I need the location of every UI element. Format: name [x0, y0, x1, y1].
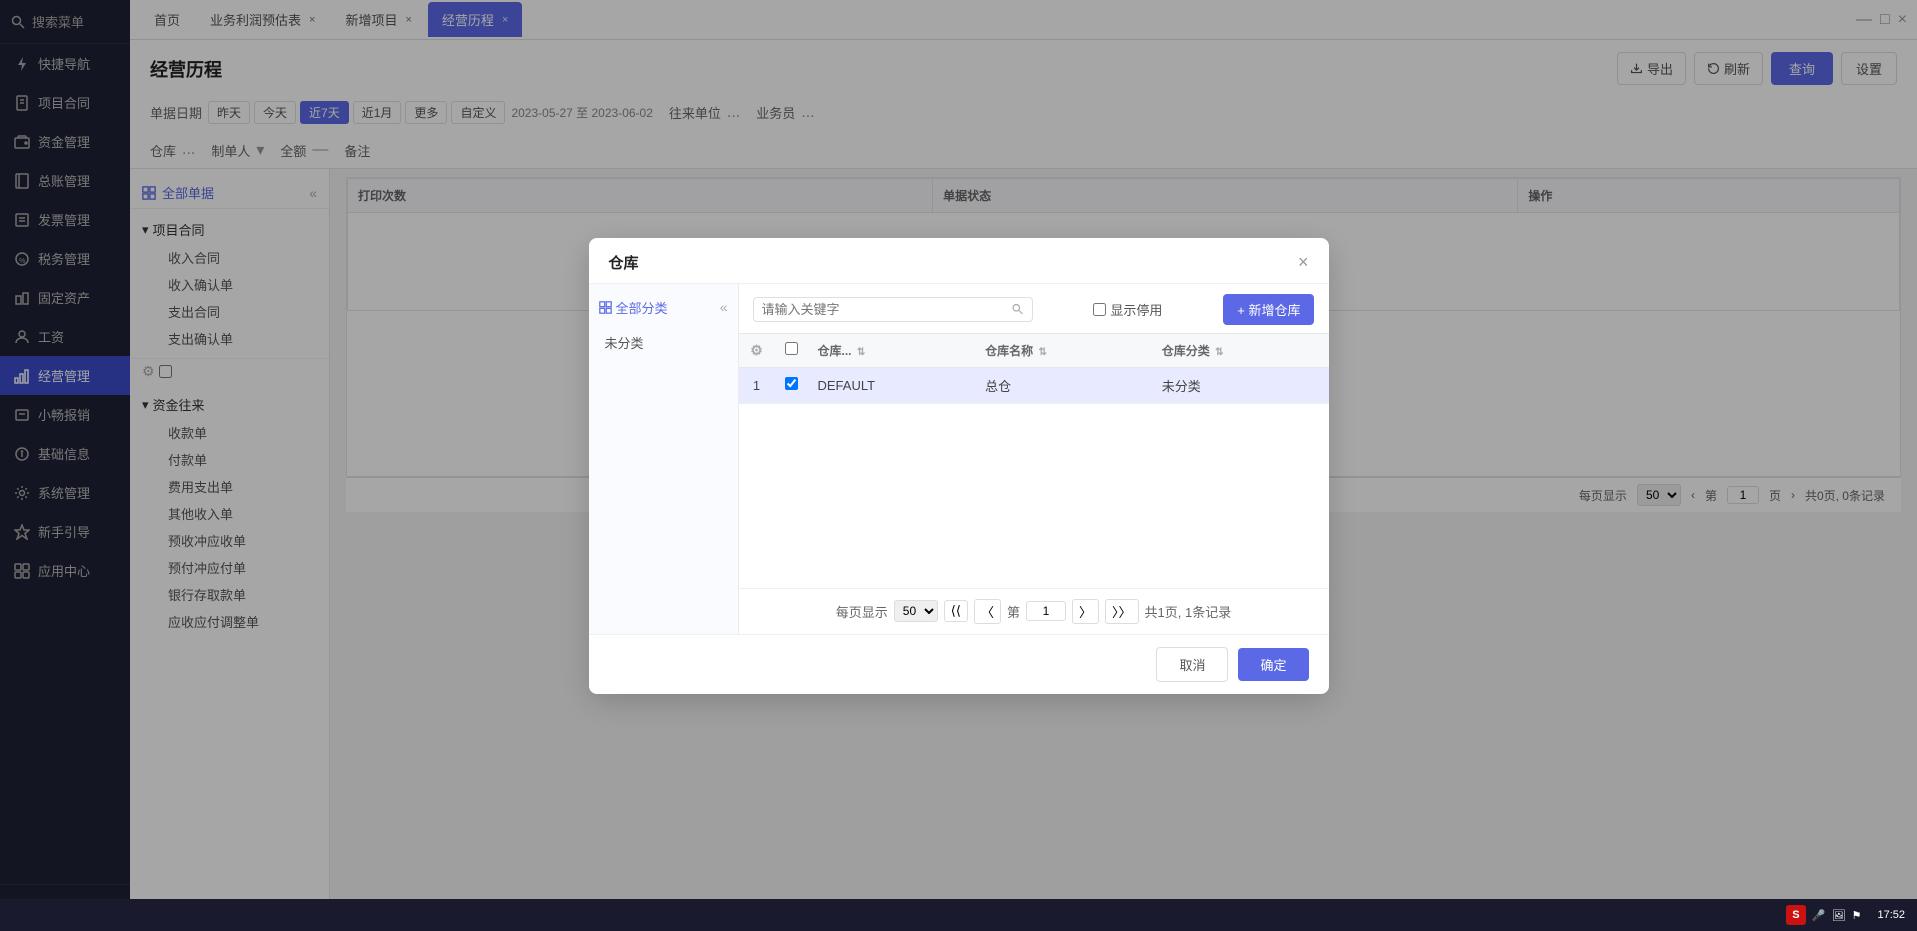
dialog-col-code: 仓库... ⇅ — [808, 333, 976, 367]
dialog-content: 显示停用 + 新增仓库 ⚙ — [739, 284, 1329, 634]
dialog-toolbar: 显示停用 + 新增仓库 — [739, 294, 1329, 333]
dialog-search-input[interactable] — [762, 302, 1005, 317]
dialog-show-disabled-label[interactable]: 显示停用 — [1093, 300, 1162, 319]
dialog-search-icon — [1011, 302, 1024, 316]
dialog-show-disabled-text: 显示停用 — [1110, 300, 1162, 319]
dialog-row-code: DEFAULT — [808, 367, 976, 403]
dialog-row-num: 1 — [739, 367, 775, 403]
add-warehouse-button[interactable]: + 新增仓库 — [1223, 294, 1314, 325]
dialog-table: ⚙ 仓库... ⇅ 仓库名称 — [739, 333, 1329, 404]
sort-category-icon[interactable]: ⇅ — [1215, 347, 1223, 358]
dialog-col-code-label: 仓库... — [818, 344, 852, 358]
dialog-col-category-label: 仓库分类 — [1162, 344, 1210, 358]
sort-name-icon[interactable]: ⇅ — [1038, 347, 1046, 358]
dialog-body: 全部分类 « 未分类 显示停用 — [589, 284, 1329, 634]
win-taskbar-icon-filter[interactable]: ⚑ — [1852, 909, 1862, 922]
warehouse-dialog: 仓库 × 全部分类 « 未分类 — [589, 238, 1329, 694]
dialog-row-checkbox[interactable] — [785, 377, 798, 390]
win-taskbar: S 🎤 🖼 ⚑ 17:52 — [0, 899, 1917, 931]
dialog-page-size-label: 每页显示 — [836, 602, 888, 621]
dialog-row-checkbox-cell — [775, 367, 808, 403]
dialog-row-category: 未分类 — [1152, 367, 1329, 403]
dialog-close-button[interactable]: × — [1298, 253, 1309, 271]
win-taskbar-icon-s[interactable]: S — [1786, 905, 1806, 925]
dialog-show-disabled-checkbox[interactable] — [1093, 303, 1106, 316]
dialog-sidebar-collapse[interactable]: « — [720, 299, 728, 315]
grid-icon-small — [599, 301, 612, 314]
win-taskbar-icon-img[interactable]: 🖼 — [1832, 909, 1846, 922]
dialog-select-all[interactable] — [785, 342, 798, 355]
cancel-button[interactable]: 取消 — [1156, 647, 1228, 682]
dialog-page-label: 第 — [1007, 602, 1020, 621]
dialog-gear-icon[interactable]: ⚙ — [750, 342, 763, 358]
dialog-overlay: 仓库 × 全部分类 « 未分类 — [0, 0, 1917, 931]
dialog-last-page[interactable]: 〉〉 — [1105, 599, 1139, 624]
dialog-sidebar-uncategorized-label: 未分类 — [605, 333, 644, 352]
dialog-sidebar: 全部分类 « 未分类 — [589, 284, 739, 634]
confirm-button[interactable]: 确定 — [1238, 648, 1308, 681]
dialog-col-name: 仓库名称 ⇅ — [975, 333, 1152, 367]
dialog-pagination: 每页显示 50 ⟨⟨ 〈 第 〉 〉〉 共1页, 1条记录 — [739, 588, 1329, 634]
dialog-total: 共1页, 1条记录 — [1145, 602, 1232, 621]
dialog-all-category[interactable]: 全部分类 — [599, 298, 668, 317]
win-taskbar-icons: S 🎤 🖼 ⚑ — [1786, 905, 1862, 925]
dialog-all-category-label: 全部分类 — [616, 298, 668, 317]
sort-code-icon[interactable]: ⇅ — [857, 347, 865, 358]
dialog-col-category: 仓库分类 ⇅ — [1152, 333, 1329, 367]
dialog-table-row[interactable]: 1 DEFAULT 总仓 未分类 — [739, 367, 1329, 403]
dialog-search-box — [753, 297, 1033, 322]
dialog-sidebar-uncategorized[interactable]: 未分类 — [589, 325, 738, 360]
dialog-title: 仓库 — [609, 252, 639, 273]
dialog-table-container: ⚙ 仓库... ⇅ 仓库名称 — [739, 333, 1329, 404]
dialog-header: 仓库 × — [589, 238, 1329, 284]
win-taskbar-time: 17:52 — [1877, 909, 1905, 921]
dialog-col-checkbox — [775, 333, 808, 367]
add-warehouse-label: + 新增仓库 — [1237, 300, 1300, 319]
dialog-page-input[interactable] — [1026, 601, 1066, 621]
dialog-next-page[interactable]: 〉 — [1072, 599, 1099, 624]
dialog-prev-page[interactable]: 〈 — [974, 599, 1001, 624]
dialog-footer: 取消 确定 — [589, 634, 1329, 694]
dialog-col-gear: ⚙ — [739, 333, 775, 367]
dialog-first-page[interactable]: ⟨⟨ — [944, 600, 968, 622]
dialog-row-name: 总仓 — [975, 367, 1152, 403]
win-taskbar-icon-mic[interactable]: 🎤 — [1812, 909, 1826, 922]
dialog-page-size-select[interactable]: 50 — [894, 600, 938, 622]
dialog-col-name-label: 仓库名称 — [985, 344, 1033, 358]
